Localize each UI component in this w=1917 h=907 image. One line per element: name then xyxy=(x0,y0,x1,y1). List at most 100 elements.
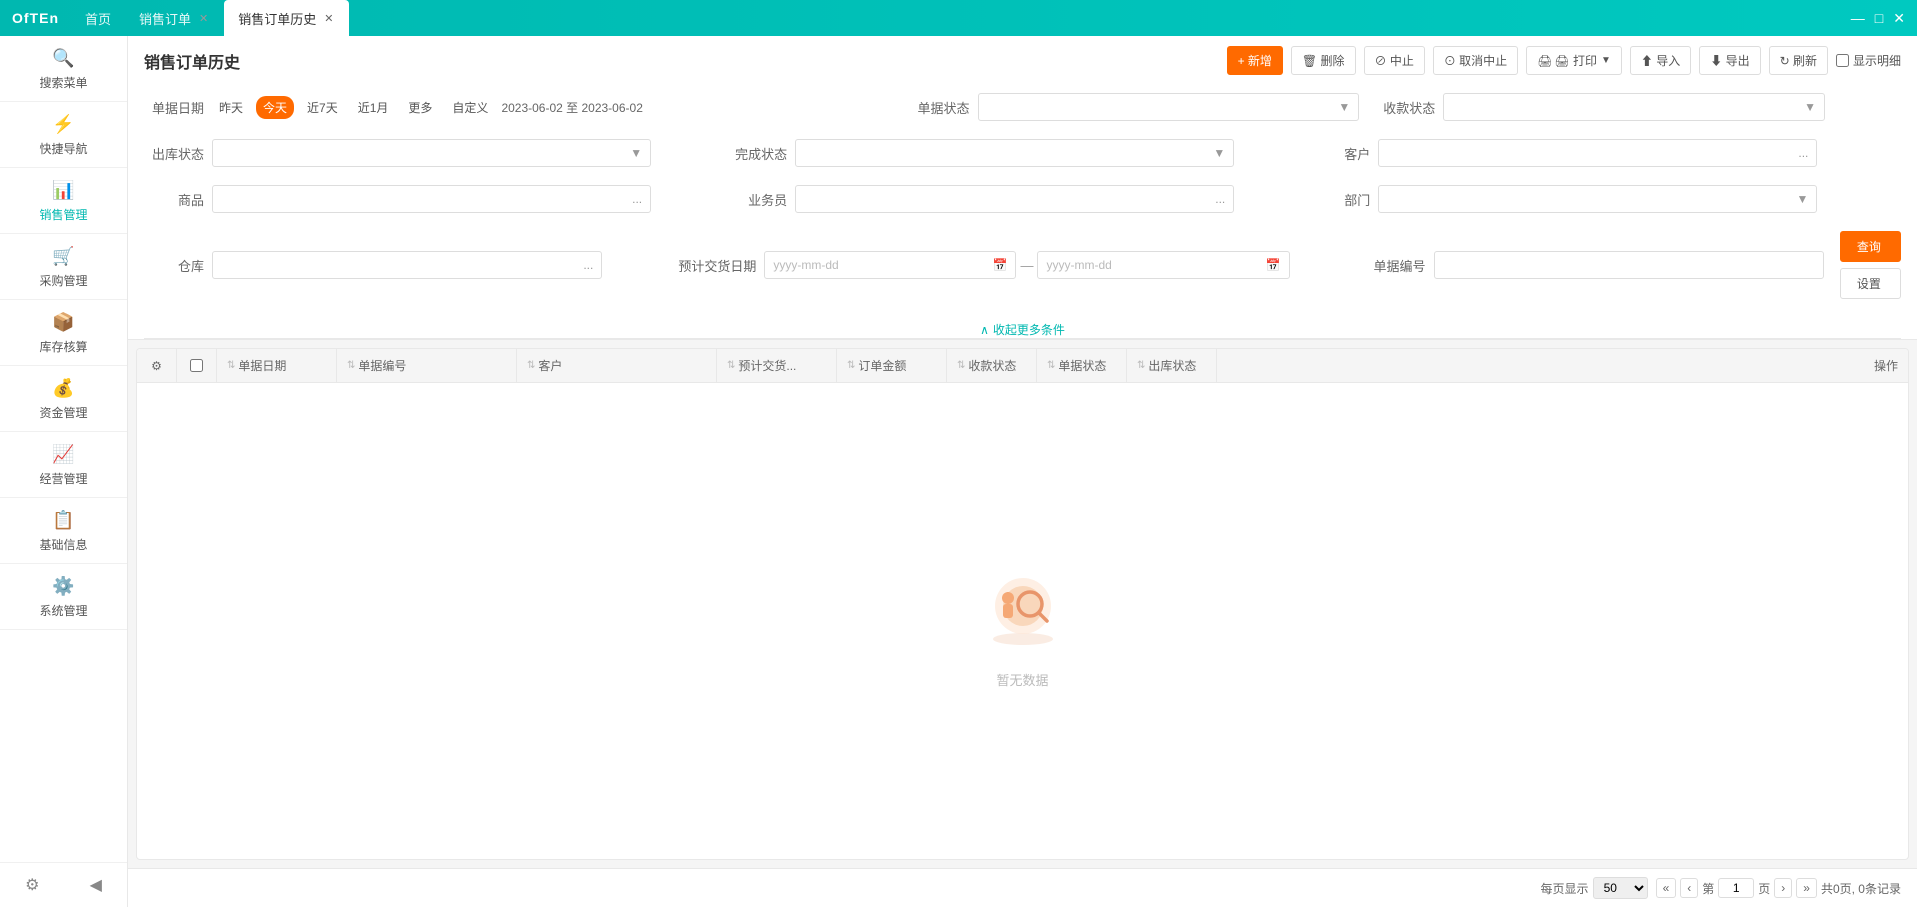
sidebar-item-purchase-mgmt-label: 采购管理 xyxy=(39,272,87,289)
sidebar-item-sales-mgmt-label: 销售管理 xyxy=(39,206,87,223)
th-recv-status-label: 收款状态 xyxy=(968,357,1016,374)
complete-status-label: 完成状态 xyxy=(727,144,787,163)
order-no-input[interactable] xyxy=(1434,251,1824,279)
date-chip-7days[interactable]: 近7天 xyxy=(300,96,345,119)
filter-item-warehouse: 仓库 ... xyxy=(144,251,602,279)
cancel-stop-button[interactable]: ⊙ 取消中止 xyxy=(1433,46,1518,75)
query-button[interactable]: 查询 xyxy=(1840,231,1901,262)
delivery-start-input[interactable]: yyyy-mm-dd 📅 xyxy=(764,251,1016,279)
date-chip-yesterday[interactable]: 昨天 xyxy=(212,96,250,119)
settings-filter-button[interactable]: 设置 xyxy=(1840,268,1901,299)
th-checkbox[interactable] xyxy=(177,349,217,382)
filter-item-dept: 部门 ▼ xyxy=(1310,185,1817,213)
display-cols-checkbox[interactable] xyxy=(1836,54,1849,67)
sidebar-item-quick-nav-label: 快捷导航 xyxy=(39,140,87,157)
customer-select[interactable]: ... xyxy=(1378,139,1817,167)
sort-delivery-icon: ⇅ xyxy=(727,360,735,371)
th-wh-status[interactable]: ⇅ 出库状态 xyxy=(1127,349,1217,382)
per-page-dropdown[interactable]: 50 10 20 100 xyxy=(1593,877,1648,899)
date-chip-custom[interactable]: 自定义 xyxy=(445,96,495,119)
tab-sales-order[interactable]: 销售订单 ✕ xyxy=(125,0,224,36)
tab-sales-order-close[interactable]: ✕ xyxy=(197,12,210,25)
first-page-btn[interactable]: « xyxy=(1656,878,1677,898)
product-select[interactable]: ... xyxy=(212,185,651,213)
th-date-label: 单据日期 xyxy=(238,357,286,374)
sidebar-settings-btn[interactable]: ⚙ xyxy=(17,871,47,899)
th-date[interactable]: ⇅ 单据日期 xyxy=(217,349,337,382)
stop-button[interactable]: ⊘ 中止 xyxy=(1364,46,1425,75)
sidebar-item-ops-mgmt[interactable]: 📈 经营管理 xyxy=(0,432,127,498)
print-button[interactable]: 🖨 🖨 打印 ▼ xyxy=(1526,46,1622,75)
th-delivery[interactable]: ⇅ 预计交货... xyxy=(717,349,837,382)
tab-sales-history[interactable]: 销售订单历史 ✕ xyxy=(224,0,349,36)
th-order-status[interactable]: ⇅ 单据状态 xyxy=(1037,349,1127,382)
sidebar-item-purchase-mgmt[interactable]: 🛒 采购管理 xyxy=(0,234,127,300)
th-op-label: 操作 xyxy=(1874,357,1898,374)
complete-status-arrow-icon: ▼ xyxy=(1213,146,1225,160)
th-amount[interactable]: ⇅ 订单金额 xyxy=(837,349,947,382)
th-op: 操作 xyxy=(1217,349,1908,382)
sidebar-item-search-menu-label: 搜索菜单 xyxy=(39,74,87,91)
order-status-select[interactable]: ▼ xyxy=(978,93,1360,121)
filter-item-order-status: 单据状态 ▼ xyxy=(910,93,1360,121)
brand-logo: OfTEn xyxy=(0,10,71,26)
refresh-button[interactable]: ↻ 刷新 xyxy=(1769,46,1828,75)
empty-state: 暂无数据 xyxy=(137,383,1908,859)
order-status-label: 单据状态 xyxy=(910,98,970,117)
filter-row-3: 商品 ... 业务员 ... 部门 xyxy=(144,185,1901,221)
warehouse-select[interactable]: ... xyxy=(212,251,602,279)
delivery-end-input[interactable]: yyyy-mm-dd 📅 xyxy=(1037,251,1289,279)
date-chip-more[interactable]: 更多 xyxy=(401,96,439,119)
filter-item-product: 商品 ... xyxy=(144,185,651,213)
filter-item-wh-status: 出库状态 ▼ xyxy=(144,139,651,167)
sidebar-item-sys-mgmt[interactable]: ⚙️ 系统管理 xyxy=(0,564,127,630)
sidebar: 🔍 搜索菜单 ⚡ 快捷导航 📊 销售管理 🛒 采购管理 📦 库存核算 💰 资金管… xyxy=(0,36,128,907)
collapse-up-icon: ∧ xyxy=(980,323,989,337)
window-minimize-btn[interactable]: — xyxy=(1851,10,1865,26)
last-page-btn[interactable]: » xyxy=(1796,878,1817,898)
wh-status-select[interactable]: ▼ xyxy=(212,139,651,167)
date-chip-today[interactable]: 今天 xyxy=(256,96,294,119)
th-order-no[interactable]: ⇅ 单据编号 xyxy=(337,349,517,382)
sidebar-item-search-menu[interactable]: 🔍 搜索菜单 xyxy=(0,36,127,102)
new-button[interactable]: + 新增 xyxy=(1227,46,1283,75)
window-maximize-btn[interactable]: □ xyxy=(1875,10,1883,26)
collapse-row[interactable]: ∧ 收起更多条件 xyxy=(144,317,1901,338)
delete-button[interactable]: 🗑 删除 xyxy=(1291,46,1356,75)
th-settings[interactable]: ⚙ xyxy=(137,349,177,382)
sidebar-item-basic-info-label: 基础信息 xyxy=(39,536,87,553)
page-footer: 每页显示 50 10 20 100 « ‹ 第 页 › » 共0页, 0条记录 xyxy=(128,868,1917,907)
next-page-btn[interactable]: › xyxy=(1774,878,1792,898)
dept-arrow-icon: ▼ xyxy=(1796,192,1808,206)
sidebar-item-inventory-calc-label: 库存核算 xyxy=(39,338,87,355)
recv-status-select[interactable]: ▼ xyxy=(1443,93,1825,121)
page-input[interactable] xyxy=(1718,878,1754,898)
complete-status-select[interactable]: ▼ xyxy=(795,139,1234,167)
th-customer[interactable]: ⇅ 客户 xyxy=(517,349,717,382)
tab-sales-history-close[interactable]: ✕ xyxy=(322,12,335,25)
tab-home[interactable]: 首页 xyxy=(71,0,125,36)
filter-item-delivery-date: 预计交货日期 yyyy-mm-dd 📅 — yyyy-mm-dd 📅 xyxy=(678,251,1289,279)
salesman-select[interactable]: ... xyxy=(795,185,1234,213)
sidebar-item-basic-info[interactable]: 📋 基础信息 xyxy=(0,498,127,564)
sidebar-item-quick-nav[interactable]: ⚡ 快捷导航 xyxy=(0,102,127,168)
sort-customer-icon: ⇅ xyxy=(527,360,535,371)
sidebar-item-inventory-calc[interactable]: 📦 库存核算 xyxy=(0,300,127,366)
th-recv-status[interactable]: ⇅ 收款状态 xyxy=(947,349,1037,382)
import-button[interactable]: ⬆ 导入 xyxy=(1630,46,1691,75)
sidebar-collapse-btn[interactable]: ◀ xyxy=(82,871,110,899)
dept-select[interactable]: ▼ xyxy=(1378,185,1817,213)
tab-list: OfTEn 首页 销售订单 ✕ 销售订单历史 ✕ xyxy=(0,0,1851,36)
window-close-btn[interactable]: ✕ xyxy=(1893,10,1905,27)
export-button[interactable]: ⬇ 导出 xyxy=(1699,46,1760,75)
display-cols-toggle[interactable]: 显示明细 xyxy=(1836,52,1901,69)
date-chip-1month[interactable]: 近1月 xyxy=(351,96,396,119)
sidebar-item-sales-mgmt[interactable]: 📊 销售管理 xyxy=(0,168,127,234)
filter-item-date: 单据日期 昨天 今天 近7天 近1月 更多 自定义 2023-06-02 至 2… xyxy=(144,96,894,119)
recv-status-label: 收款状态 xyxy=(1375,98,1435,117)
select-all-checkbox[interactable] xyxy=(190,359,203,372)
sidebar-item-fund-mgmt[interactable]: 💰 资金管理 xyxy=(0,366,127,432)
order-status-arrow-icon: ▼ xyxy=(1338,100,1350,114)
sort-order-status-icon: ⇅ xyxy=(1047,360,1055,371)
prev-page-btn[interactable]: ‹ xyxy=(1680,878,1698,898)
